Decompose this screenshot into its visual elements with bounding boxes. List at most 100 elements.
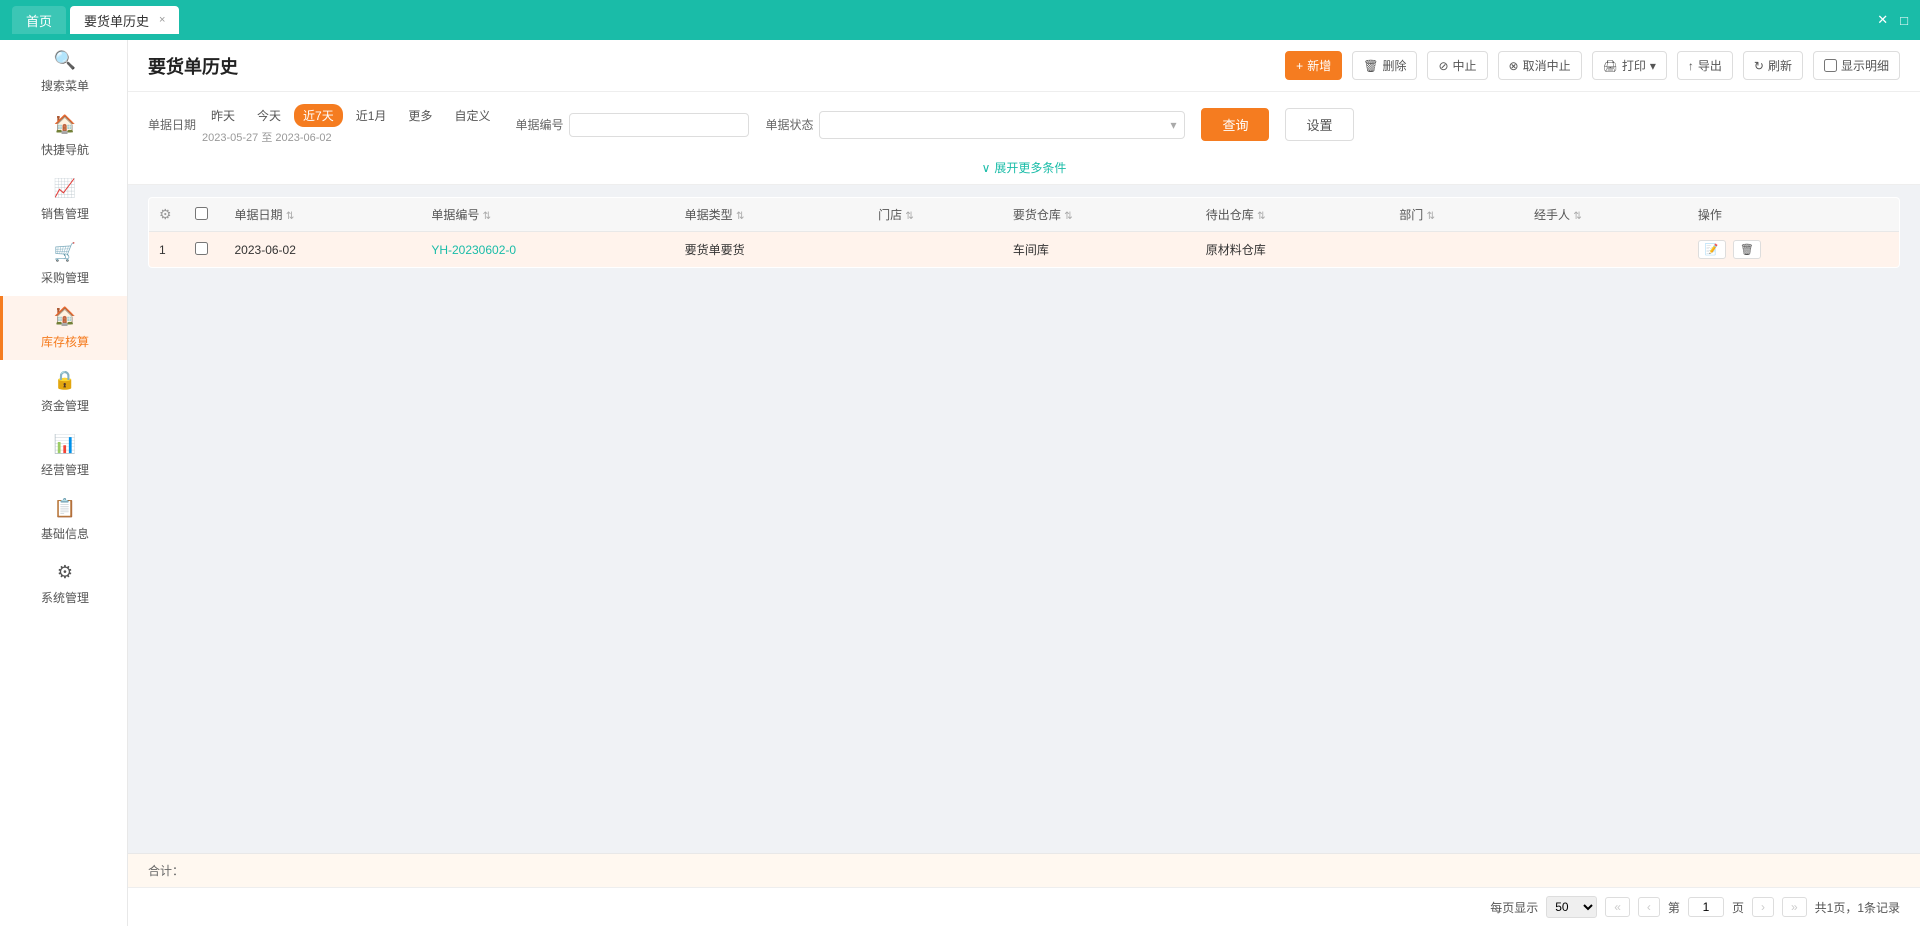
summary-label: 合计： — [148, 864, 184, 878]
delete-button[interactable]: 🗑 删除 — [1352, 51, 1417, 80]
new-button[interactable]: + 新增 — [1285, 51, 1342, 80]
chevron-down-expand-icon: ∨ — [982, 161, 991, 175]
finance-icon: 🔒 — [54, 370, 76, 391]
th-dept: 部门 ⇅ — [1389, 198, 1524, 232]
page-label: 第 — [1668, 899, 1680, 916]
order-no-input[interactable] — [569, 113, 749, 137]
sidebar-item-purchase[interactable]: 🛒 采购管理 — [0, 232, 127, 296]
table-settings-icon[interactable]: ⚙ — [159, 206, 172, 222]
sidebar-item-operations[interactable]: 📊 经营管理 — [0, 424, 127, 488]
operations-icon: 📊 — [54, 434, 76, 455]
sort-outwarehouse-icon[interactable]: ⇅ — [1257, 211, 1265, 222]
print-button[interactable]: 🖨 打印 ▾ — [1592, 51, 1667, 80]
expand-conditions-button[interactable]: ∨ 展开更多条件 — [982, 159, 1067, 176]
sort-handler-icon[interactable]: ⇅ — [1573, 211, 1581, 222]
sort-type-icon[interactable]: ⇅ — [736, 211, 744, 222]
total-info: 共1页，1条记录 — [1815, 899, 1900, 916]
per-page-label: 每页显示 — [1490, 899, 1538, 916]
tab-order-history[interactable]: 要货单历史 × — [70, 6, 179, 34]
order-no-filter: 单据编号 — [515, 113, 749, 137]
td-req-warehouse: 车间库 — [1003, 232, 1196, 268]
th-handler: 经手人 ⇅ — [1524, 198, 1688, 232]
display-detail-checkbox[interactable] — [1824, 59, 1837, 72]
delete-icon: 🗑 — [1363, 59, 1378, 73]
status-filter: 单据状态 ▾ — [765, 111, 1185, 139]
sidebar-item-system[interactable]: ⚙ 系统管理 — [0, 552, 127, 616]
chevron-down-icon: ▾ — [1170, 118, 1176, 132]
order-no-link[interactable]: YH-20230602-0 — [431, 243, 516, 257]
window-maximize-icon[interactable]: □ — [1900, 13, 1908, 28]
per-page-select[interactable]: 50 10 20 100 — [1546, 896, 1597, 918]
sort-dept-icon[interactable]: ⇅ — [1427, 211, 1435, 222]
first-page-button[interactable]: « — [1605, 897, 1630, 917]
date-range-btns: 昨天 今天 近7天 近1月 更多 自定义 — [202, 104, 499, 127]
home-icon: 🏠 — [54, 114, 76, 135]
expand-row: ∨ 展开更多条件 — [148, 151, 1900, 176]
td-actions: 📝 🗑 — [1688, 232, 1900, 268]
date-range-text: 2023-05-27 至 2023-06-02 — [202, 129, 499, 145]
th-actions: 操作 — [1688, 198, 1900, 232]
search-icon: 🔍 — [54, 50, 76, 71]
next-page-button[interactable]: › — [1752, 897, 1774, 917]
th-settings: ⚙ — [149, 198, 185, 232]
table-footer-summary: 合计： — [128, 853, 1920, 887]
page-number-input[interactable] — [1688, 897, 1724, 917]
date-btn-more[interactable]: 更多 — [399, 104, 441, 127]
sidebar-item-inventory[interactable]: 🏠 库存核算 — [0, 296, 127, 360]
td-dept — [1389, 232, 1524, 268]
sidebar: 🔍 搜索菜单 🏠 快捷导航 📈 销售管理 🛒 采购管理 🏠 库存核算 🔒 资金管… — [0, 40, 128, 926]
row-delete-button[interactable]: 🗑 — [1733, 240, 1761, 259]
refresh-button[interactable]: ↻ 刷新 — [1743, 51, 1803, 80]
td-out-warehouse: 原材料仓库 — [1196, 232, 1389, 268]
sidebar-item-sales[interactable]: 📈 销售管理 — [0, 168, 127, 232]
td-type: 要货单要货 — [675, 232, 868, 268]
toolbar: + 新增 🗑 删除 ⊘ 中止 ⊗ 取消中止 🖨 打印 — [1285, 51, 1900, 80]
filter-area: 单据日期 昨天 今天 近7天 近1月 更多 自定义 2023-05-27 至 2… — [128, 92, 1920, 185]
display-detail-toggle[interactable]: 显示明细 — [1813, 51, 1900, 80]
select-all-checkbox[interactable] — [195, 207, 208, 220]
status-select[interactable]: ▾ — [819, 111, 1185, 139]
date-btn-today[interactable]: 今天 — [248, 104, 290, 127]
settings-button[interactable]: 设置 — [1285, 108, 1353, 141]
export-button[interactable]: ↑ 导出 — [1677, 51, 1733, 80]
sidebar-item-quicknav[interactable]: 🏠 快捷导航 — [0, 104, 127, 168]
top-bar: 首页 要货单历史 × ✕ □ — [0, 0, 1920, 40]
system-icon: ⚙ — [57, 562, 73, 583]
page-suffix: 页 — [1732, 899, 1744, 916]
table-area: ⚙ 单据日期 ⇅ 单据编号 ⇅ — [128, 185, 1920, 853]
sidebar-item-finance[interactable]: 🔒 资金管理 — [0, 360, 127, 424]
print-icon: 🖨 — [1603, 59, 1618, 73]
sort-reqwarehouse-icon[interactable]: ⇅ — [1064, 211, 1072, 222]
top-bar-right: ✕ □ — [1877, 12, 1908, 28]
cancel-stop-icon: ⊗ — [1509, 59, 1519, 73]
filter-row: 单据日期 昨天 今天 近7天 近1月 更多 自定义 2023-05-27 至 2… — [148, 104, 1900, 145]
row-checkbox[interactable] — [195, 242, 208, 255]
sort-date-icon[interactable]: ⇅ — [286, 211, 294, 222]
date-label: 单据日期 — [148, 116, 196, 133]
new-icon: + — [1296, 59, 1303, 73]
date-btn-custom[interactable]: 自定义 — [445, 104, 499, 127]
date-btn-7days[interactable]: 近7天 — [294, 104, 343, 127]
tab-home[interactable]: 首页 — [12, 6, 66, 34]
stop-button[interactable]: ⊘ 中止 — [1427, 51, 1487, 80]
dropdown-arrow-icon: ▾ — [1650, 59, 1656, 73]
prev-page-button[interactable]: ‹ — [1638, 897, 1660, 917]
inventory-icon: 🏠 — [54, 306, 76, 327]
last-page-button[interactable]: » — [1782, 897, 1807, 917]
td-handler — [1524, 232, 1688, 268]
close-tab-icon[interactable]: × — [159, 14, 165, 26]
stop-icon: ⊘ — [1438, 59, 1448, 73]
th-req-warehouse: 要货仓库 ⇅ — [1003, 198, 1196, 232]
sort-store-icon[interactable]: ⇅ — [905, 211, 913, 222]
sidebar-item-search[interactable]: 🔍 搜索菜单 — [0, 40, 127, 104]
window-close-icon[interactable]: ✕ — [1877, 12, 1888, 28]
date-btn-1month[interactable]: 近1月 — [347, 104, 396, 127]
date-btn-yesterday[interactable]: 昨天 — [202, 104, 244, 127]
query-button[interactable]: 查询 — [1201, 108, 1269, 141]
sort-orderno-icon[interactable]: ⇅ — [483, 211, 491, 222]
row-edit-button[interactable]: 📝 — [1698, 240, 1726, 259]
cancel-stop-button[interactable]: ⊗ 取消中止 — [1498, 51, 1582, 80]
sidebar-item-baseinfo[interactable]: 📋 基础信息 — [0, 488, 127, 552]
sales-icon: 📈 — [54, 178, 76, 199]
td-seq: 1 — [149, 232, 185, 268]
